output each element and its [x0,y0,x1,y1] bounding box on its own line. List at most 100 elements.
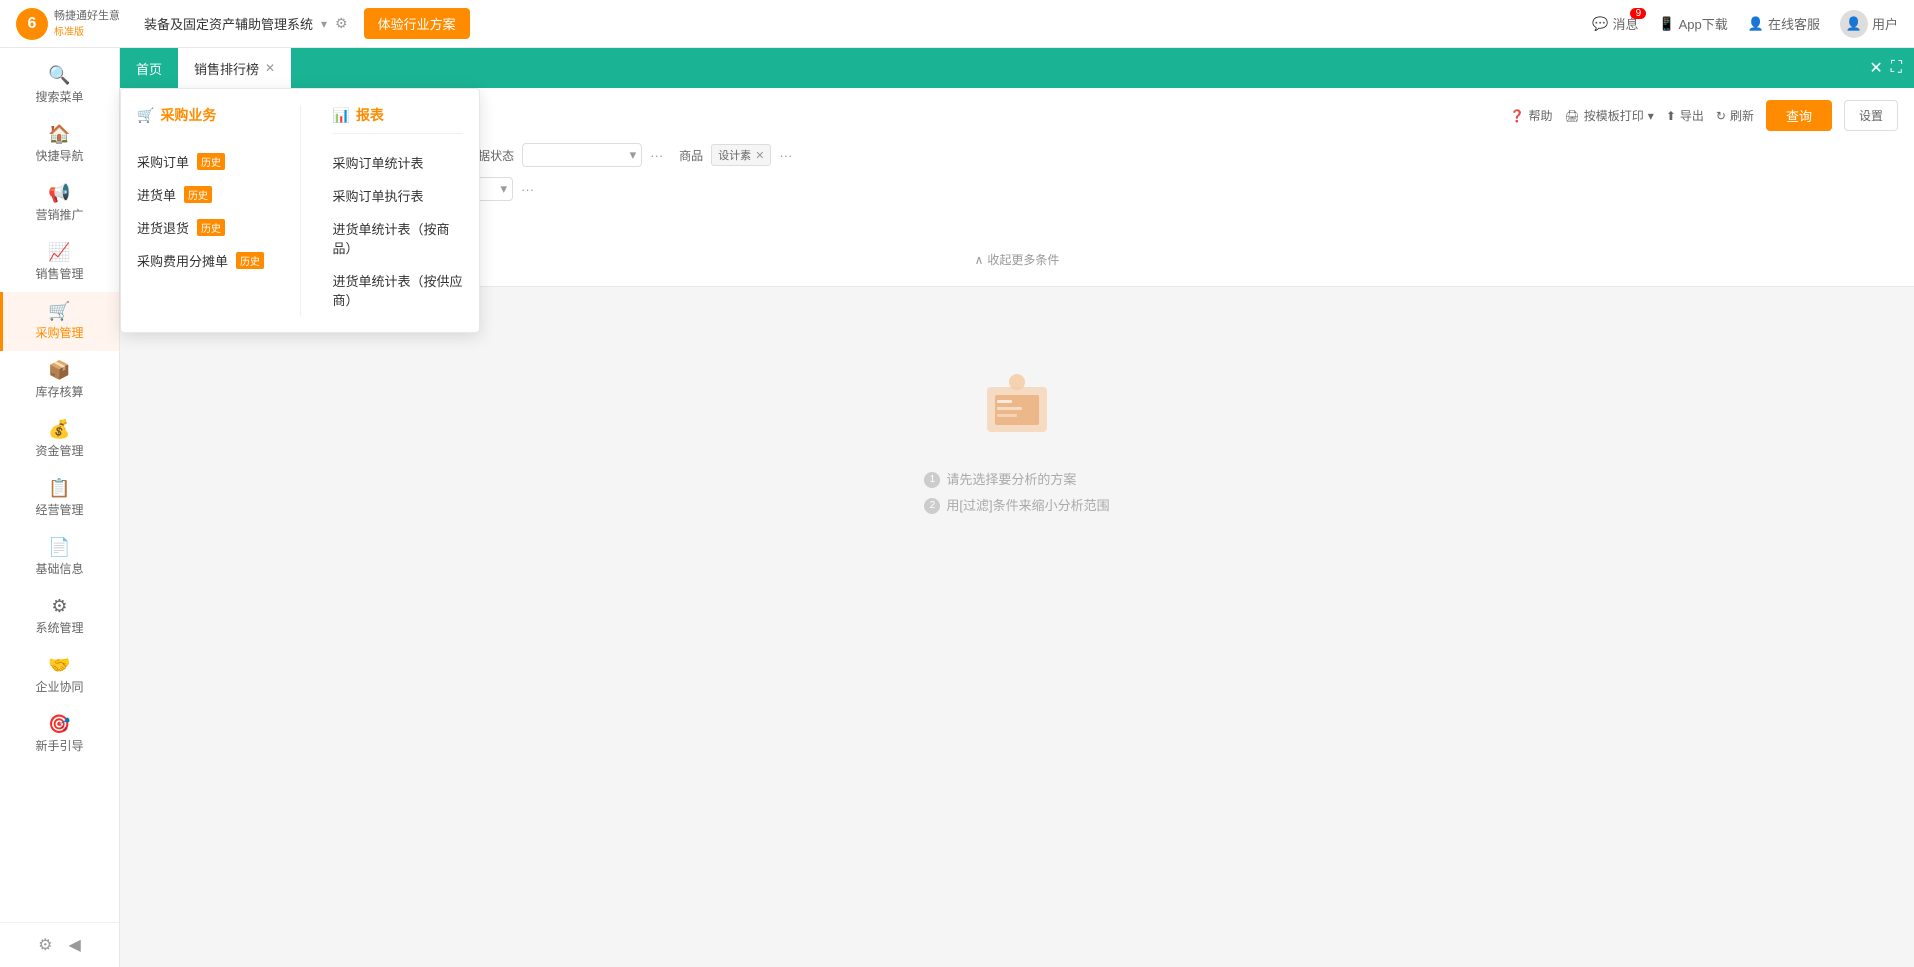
sidebar: 🔍 搜索菜单 🏠 快捷导航 📢 营销推广 📈 销售管理 🛒 采购管理 📦 库存核… [0,48,120,967]
purchase-section: 🛒 采购业务 采购订单 历史 进货单 历史 进货退货 历史 采购费用分摊单 历史 [137,105,268,316]
user-action[interactable]: 👤 用户 [1840,10,1898,38]
tab-close-icon[interactable]: ✕ [265,61,275,75]
print-label: 按模板打印 [1584,107,1644,124]
sidebar-label-guide: 新手引导 [35,737,83,754]
sidebar-item-finance[interactable]: 💰 资金管理 [0,410,119,469]
query-btn[interactable]: 查询 [1766,100,1832,131]
avatar: 👤 [1840,10,1868,38]
sidebar-label-purchase: 采购管理 [35,324,83,341]
report-section: 📊 报表 采购订单统计表 采购订单执行表 进货单统计表（按商品） 进货单统计表（… [333,105,464,316]
dropdown-item-goods-return[interactable]: 进货退货 历史 [137,211,268,244]
purchase-section-title: 🛒 采购业务 [137,105,268,133]
sidebar-item-system[interactable]: ⚙ 系统管理 [0,587,119,646]
sidebar-label-system: 系统管理 [35,619,83,636]
logo: 6 畅捷通好生意 标准版 [16,8,136,40]
sidebar-label-search: 搜索菜单 [35,88,83,105]
history-badge: 历史 [184,186,212,203]
goods-tag-close[interactable]: ✕ [755,149,764,162]
sidebar-item-sales[interactable]: 📈 销售管理 [0,233,119,292]
print-arrow[interactable]: ▾ [1648,109,1654,123]
app-download-action[interactable]: 📱 App下载 [1658,14,1727,33]
notification-action[interactable]: 💬 消息 9 [1592,14,1638,33]
home-tab-label: 首页 [136,59,162,78]
industry-btn[interactable]: 体验行业方案 [364,8,470,39]
refresh-label: 刷新 [1730,107,1754,124]
message-icon: 💬 [1592,16,1608,32]
sales-rank-tab-label: 销售排行榜 [194,59,259,78]
sales-icon: 📈 [48,243,70,261]
online-service-action[interactable]: 👤 在线客服 [1748,14,1820,33]
doc-status-dots[interactable]: ··· [650,148,663,163]
home-icon: 🏠 [48,125,70,143]
dropdown-item-purchase-expense[interactable]: 采购费用分摊单 历史 [137,244,268,277]
tab-expand-icon[interactable]: ⛶ [1891,59,1902,77]
topbar-right: 💬 消息 9 📱 App下载 👤 在线客服 👤 用户 [1592,10,1898,38]
logo-tag: 标准版 [54,23,120,38]
tab-close-all-icon[interactable]: ✕ [1869,58,1882,78]
phone-icon: 📱 [1658,16,1674,32]
tip-text-1: 请先选择要分析的方案 [946,467,1076,493]
dropdown-item-supplier-stats[interactable]: 进货单统计表（按供应商） [333,264,464,316]
salesperson-dots[interactable]: ··· [521,182,534,197]
settings-btn[interactable]: 设置 [1844,100,1898,131]
system-name: 装备及固定资产辅助管理系统 [144,14,313,33]
tabbar-actions: ✕ ⛶ [1869,58,1914,78]
help-btn[interactable]: ❓ 帮助 [1510,107,1553,124]
filter-doc-status: 单据状态 ··· [466,143,663,167]
empty-illustration [967,367,1067,447]
item-label: 采购费用分摊单 [137,251,228,270]
tab-sales-rank[interactable]: 销售排行榜 ✕ [178,48,291,88]
sidebar-item-collab[interactable]: 🤝 企业协同 [0,646,119,705]
system-dropdown-arrow[interactable]: ▾ [321,17,327,31]
item-label: 进货单 [137,185,176,204]
item-label: 采购订单统计表 [333,153,424,172]
item-label: 采购订单 [137,152,189,171]
user-label: 用户 [1872,14,1898,33]
tabbar: 首页 销售排行榜 ✕ ✕ ⛶ [120,48,1914,88]
export-label: 导出 [1680,107,1704,124]
collapse-label: 收起更多条件 [987,251,1059,268]
purchase-section-label: 采购业务 [160,105,216,125]
collab-icon: 🤝 [48,656,70,674]
dropdown-item-goods-stats[interactable]: 进货单统计表（按商品） [333,212,464,264]
sidebar-item-quick-nav[interactable]: 🏠 快捷导航 [0,115,119,174]
dropdown-item-order-exec[interactable]: 采购订单执行表 [333,179,464,212]
sidebar-item-purchase[interactable]: 🛒 采购管理 [0,292,119,351]
tab-home[interactable]: 首页 [120,48,178,88]
sidebar-item-operation[interactable]: 📋 经营管理 [0,469,119,528]
dropdown-item-goods-receipt[interactable]: 进货单 历史 [137,178,268,211]
app-download-label: App下载 [1679,14,1728,33]
service-icon: 👤 [1748,16,1764,32]
finance-icon: 💰 [48,420,70,438]
sidebar-label-operation: 经营管理 [35,501,83,518]
section-divider [300,105,301,316]
refresh-icon: ↻ [1716,109,1726,123]
dropdown-item-purchase-order[interactable]: 采购订单 历史 [137,145,268,178]
goods-dots[interactable]: ··· [779,148,792,163]
sidebar-item-marketing[interactable]: 📢 营销推广 [0,174,119,233]
doc-status-select-wrap [522,143,642,167]
sidebar-label-finance: 资金管理 [35,442,83,459]
filter-goods: 商品 设计素 ✕ ··· [679,144,792,166]
export-btn[interactable]: ⬆ 导出 [1666,107,1704,124]
doc-status-select[interactable] [522,143,642,167]
sidebar-item-search[interactable]: 🔍 搜索菜单 [0,56,119,115]
logo-icon: 6 [16,8,48,40]
sidebar-item-basic[interactable]: 📄 基础信息 [0,528,119,587]
basic-icon: 📄 [48,538,70,556]
topbar: 6 畅捷通好生意 标准版 装备及固定资产辅助管理系统 ▾ ⚙ 体验行业方案 💬 … [0,0,1914,48]
history-badge: 历史 [236,252,264,269]
topbar-system: 装备及固定资产辅助管理系统 ▾ ⚙ 体验行业方案 [144,8,470,39]
sidebar-item-guide[interactable]: 🎯 新手引导 [0,705,119,764]
sidebar-collapse-btn[interactable]: ◀ [69,935,81,955]
sidebar-item-inventory[interactable]: 📦 库存核算 [0,351,119,410]
sidebar-settings-btn[interactable]: ⚙ [38,935,52,955]
report-section-label: 报表 [356,105,384,125]
operation-icon: 📋 [48,479,70,497]
print-icon: 🖨 [1565,109,1580,123]
help-icon: ❓ [1510,109,1525,123]
print-btn[interactable]: 🖨 按模板打印 ▾ [1565,107,1654,124]
system-gear-icon[interactable]: ⚙ [335,15,348,32]
refresh-btn[interactable]: ↻ 刷新 [1716,107,1754,124]
dropdown-item-order-stats[interactable]: 采购订单统计表 [333,146,464,179]
